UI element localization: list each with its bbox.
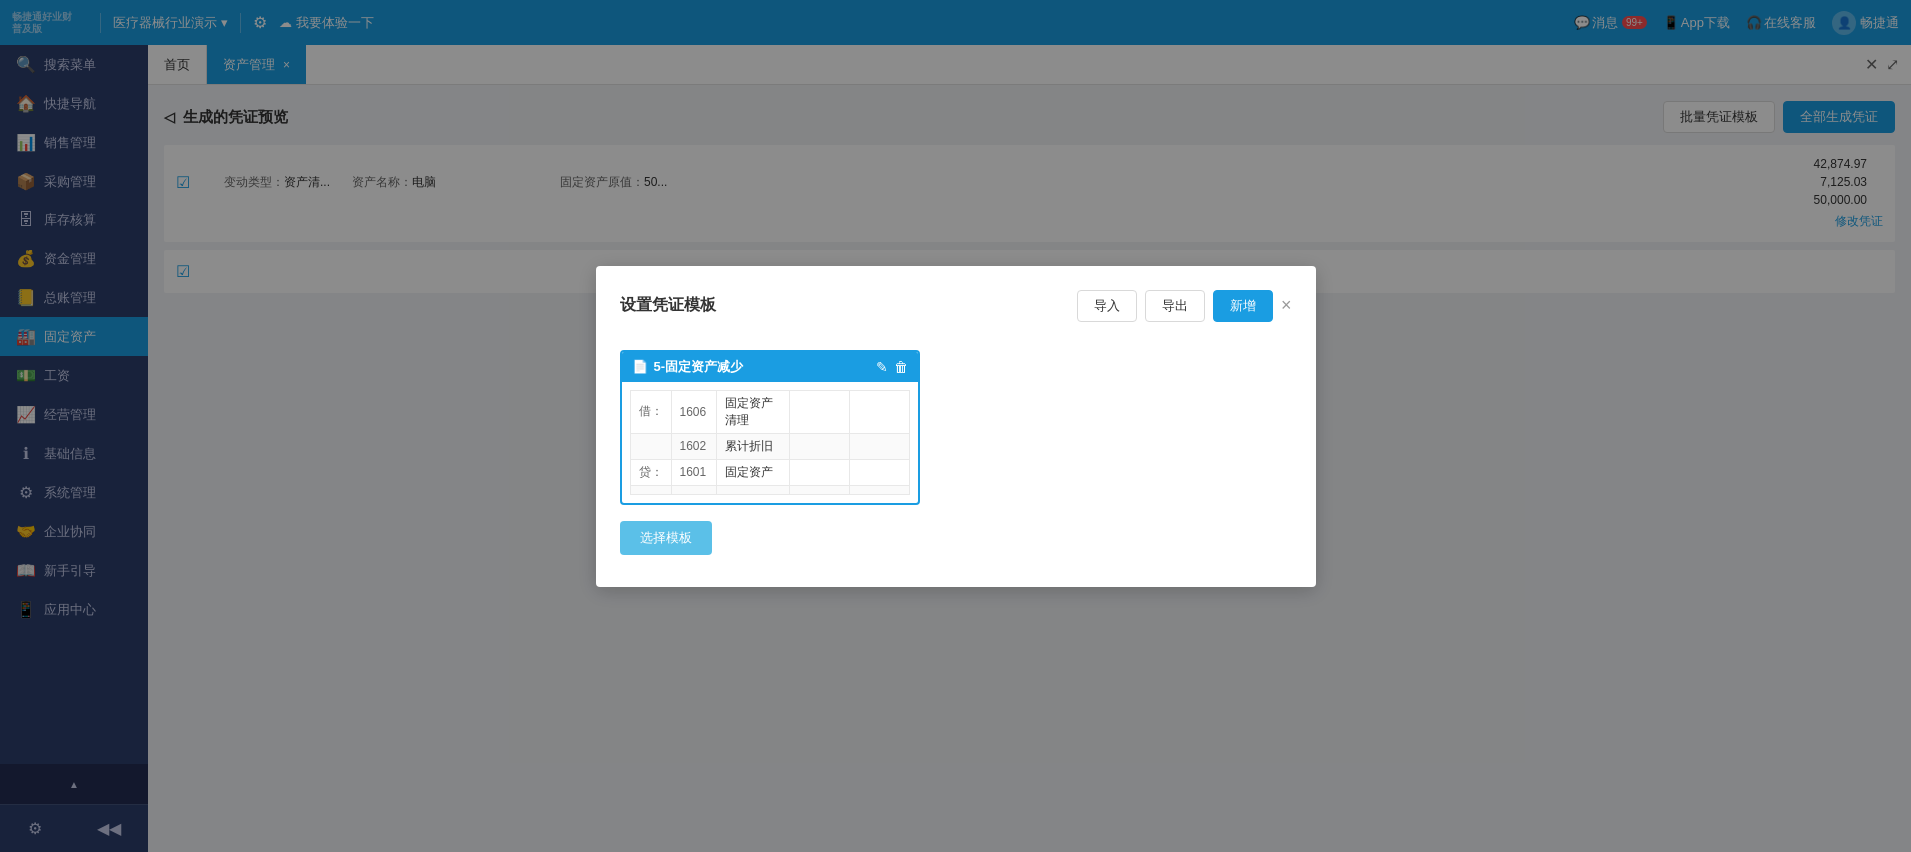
- modal-overlay: 设置凭证模板 导入 导出 新增 × 📄 5-固定资产减少: [0, 0, 1911, 852]
- template-doc-icon: 📄: [632, 359, 648, 374]
- entry-side-1: [630, 433, 671, 459]
- entry-name-3: [716, 485, 789, 494]
- entry-row-2: 贷： 1601 固定资产: [630, 459, 909, 485]
- entry-col4-3: [849, 485, 909, 494]
- entry-side-2: 贷：: [630, 459, 671, 485]
- template-id-name: 5-固定资产减少: [654, 358, 744, 376]
- modal-header-actions: 导入 导出 新增: [1077, 290, 1273, 322]
- entry-code-0: 1606: [671, 390, 716, 433]
- entry-col3-2: [789, 459, 849, 485]
- template-card: 📄 5-固定资产减少 ✎ 🗑 借： 1606 固定资产清理: [620, 350, 920, 505]
- entry-side-0: 借：: [630, 390, 671, 433]
- modal-close-button[interactable]: ×: [1281, 295, 1292, 316]
- template-area: 📄 5-固定资产减少 ✎ 🗑 借： 1606 固定资产清理: [620, 342, 1292, 563]
- modal-set-template: 设置凭证模板 导入 导出 新增 × 📄 5-固定资产减少: [596, 266, 1316, 587]
- entry-col3-3: [789, 485, 849, 494]
- entry-col3-1: [789, 433, 849, 459]
- entry-col3-0: [789, 390, 849, 433]
- entry-col4-2: [849, 459, 909, 485]
- entry-name-2: 固定资产: [716, 459, 789, 485]
- template-card-header-left: 📄 5-固定资产减少: [632, 358, 744, 376]
- entry-side-3: [630, 485, 671, 494]
- entry-name-1: 累计折旧: [716, 433, 789, 459]
- entry-row-3: [630, 485, 909, 494]
- template-card-header: 📄 5-固定资产减少 ✎ 🗑: [622, 352, 918, 382]
- template-card-actions: ✎ 🗑: [876, 359, 908, 375]
- modal-title: 设置凭证模板: [620, 295, 716, 316]
- entry-row-1: 1602 累计折旧: [630, 433, 909, 459]
- template-delete-button[interactable]: 🗑: [894, 359, 908, 375]
- entry-col4-0: [849, 390, 909, 433]
- entry-col4-1: [849, 433, 909, 459]
- template-name: 固定资产减少: [665, 359, 743, 374]
- entry-code-3: [671, 485, 716, 494]
- entry-row-0: 借： 1606 固定资产清理: [630, 390, 909, 433]
- template-edit-button[interactable]: ✎: [876, 359, 888, 375]
- modal-header: 设置凭证模板 导入 导出 新增 ×: [620, 290, 1292, 322]
- new-button[interactable]: 新增: [1213, 290, 1273, 322]
- import-button[interactable]: 导入: [1077, 290, 1137, 322]
- template-entries-table: 借： 1606 固定资产清理 1602 累计折旧: [630, 390, 910, 495]
- export-button[interactable]: 导出: [1145, 290, 1205, 322]
- entry-name-0: 固定资产清理: [716, 390, 789, 433]
- select-template-button[interactable]: 选择模板: [620, 521, 712, 555]
- entry-code-1: 1602: [671, 433, 716, 459]
- entry-code-2: 1601: [671, 459, 716, 485]
